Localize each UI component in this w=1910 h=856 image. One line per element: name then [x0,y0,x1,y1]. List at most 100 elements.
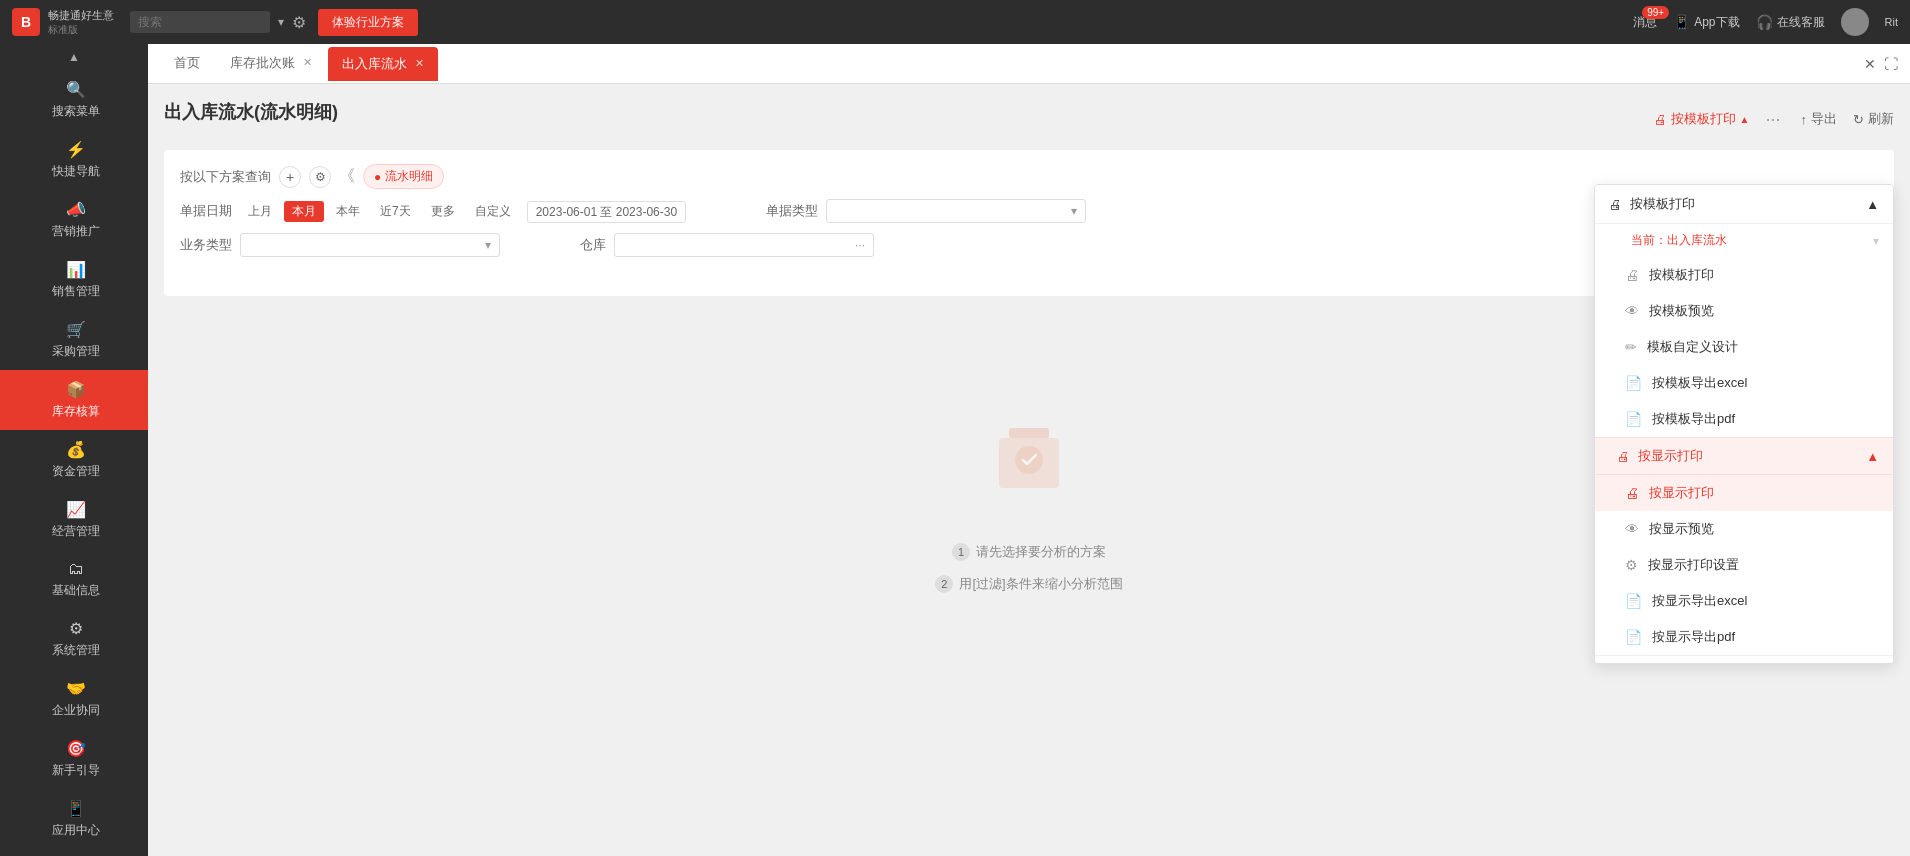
guide-icon: 🎯 [66,739,86,758]
template-preview-icon: 👁 [1625,303,1639,319]
sidebar-item-finance[interactable]: 💰 资金管理 [0,430,148,490]
search-input[interactable] [130,11,270,33]
sidebar-item-basic[interactable]: 🗂 基础信息 [0,550,148,609]
doctype-select[interactable]: ▾ [826,199,1086,223]
sidebar-item-cooperation[interactable]: 🤝 企业协同 [0,669,148,729]
sidebar-item-purchase[interactable]: 🛒 采购管理 [0,310,148,370]
dropdown-item-display-excel[interactable]: 📄 按显示导出excel [1595,583,1893,619]
tab-home[interactable]: 首页 [160,46,214,82]
shortcut-icon: ⚡ [66,140,86,159]
date-btn-more[interactable]: 更多 [423,201,463,222]
dropdown-item-display-preview[interactable]: 👁 按显示预览 [1595,511,1893,547]
sidebar-item-guide[interactable]: 🎯 新手引导 [0,729,148,789]
sidebar-item-operation[interactable]: 📈 经营管理 [0,490,148,550]
tab-flow-close[interactable]: ✕ [415,57,424,70]
filter-label: 按以下方案查询 [180,168,271,186]
more-options-icon[interactable]: ··· [1765,109,1780,130]
message-badge[interactable]: 消息 99+ [1633,14,1657,31]
date-btn-this-month[interactable]: 本月 [284,201,324,222]
dropdown-header[interactable]: 🖨 按模板打印 ▲ [1595,185,1893,224]
tab-flow[interactable]: 出入库流水 ✕ [328,47,438,81]
sidebar-label-finance: 资金管理 [52,463,100,480]
date-btn-this-year[interactable]: 本年 [328,201,368,222]
online-service-btn[interactable]: 🎧 在线客服 [1756,14,1825,31]
filter-settings-button[interactable]: ⚙ [309,166,331,188]
dropdown-item-template-excel[interactable]: 📄 按模板导出excel [1595,365,1893,401]
sidebar-scroll-up[interactable]: ▲ [0,44,148,70]
filter-warehouse-item: 仓库 ··· [580,233,874,257]
warehouse-more-icon[interactable]: ··· [855,238,865,252]
dropdown-print-icon: 🖨 [1609,197,1622,212]
trial-button[interactable]: 体验行业方案 [318,9,418,36]
sidebar-item-sales[interactable]: 📊 销售管理 [0,250,148,310]
sidebar-item-wechat[interactable]: 💬 企业微信 [0,849,148,856]
refresh-btn[interactable]: ↻ 刷新 [1853,110,1894,128]
app-logo: B [12,8,40,36]
dropdown-title: 按模板打印 [1630,195,1695,213]
tab-maximize-icon[interactable]: ⛶ [1884,56,1898,72]
refresh-icon: ↻ [1853,112,1864,127]
search-dropdown-icon[interactable]: ▾ [278,15,284,29]
print-template-btn[interactable]: 🖨 按模板打印 ▲ [1654,110,1750,128]
settings-icon[interactable]: ⚙ [292,13,306,32]
dropdown-item-display-print[interactable]: 🖨 按显示打印 [1595,475,1893,511]
dropdown-item-display-pdf[interactable]: 📄 按显示导出pdf [1595,619,1893,655]
topbar-right: 消息 99+ 📱 App下载 🎧 在线客服 Rit [1633,8,1898,36]
sidebar-label-operation: 经营管理 [52,523,100,540]
sidebar-item-marketing[interactable]: 📣 营销推广 [0,190,148,250]
sidebar-label-basic: 基础信息 [52,582,100,599]
print-dropdown-panel: 🖨 按模板打印 ▲ 当前：出入库流水 ▾ 🖨 按模板打印 👁 [1594,184,1894,664]
date-btn-custom[interactable]: 自定义 [467,201,519,222]
sidebar-item-inventory[interactable]: 📦 库存核算 [0,370,148,430]
apps-icon: 📱 [66,799,86,818]
dropdown-display-header[interactable]: 🖨 按显示打印 ▲ [1595,437,1893,475]
sidebar-item-apps[interactable]: 📱 应用中心 [0,789,148,849]
dropdown-item-template-print[interactable]: 🖨 按模板打印 [1595,257,1893,293]
date-label: 单据日期 [180,202,232,220]
sidebar-item-search[interactable]: 🔍 搜索菜单 [0,70,148,130]
doctype-label: 单据类型 [766,202,818,220]
tab-home-label: 首页 [174,54,200,72]
current-label: 当前：出入库流水 [1631,232,1727,249]
svg-rect-1 [1009,428,1049,438]
dropdown-current: 当前：出入库流水 ▾ [1595,224,1893,257]
sidebar-label-shortcut: 快捷导航 [52,163,100,180]
sidebar-item-shortcut[interactable]: ⚡ 快捷导航 [0,130,148,190]
business-chevron-icon: ▾ [485,238,491,252]
filter-add-button[interactable]: + [279,166,301,188]
dropdown-item-template-custom[interactable]: ✏ 模板自定义设计 [1595,329,1893,365]
tab-close-all-icon[interactable]: ✕ [1864,56,1876,72]
filter-business-item: 业务类型 ▾ [180,233,500,257]
content-area: 首页 库存批次账 ✕ 出入库流水 ✕ ✕ ⛶ 出入库流水(流水明细) [148,44,1910,856]
app-download-btn[interactable]: 📱 App下载 [1673,14,1739,31]
business-select[interactable]: ▾ [240,233,500,257]
dropdown-item-template-preview[interactable]: 👁 按模板预览 [1595,293,1893,329]
tab-batch-close[interactable]: ✕ [303,56,312,69]
export-icon: ↑ [1801,112,1808,127]
dropdown-item-template-pdf[interactable]: 📄 按模板导出pdf [1595,401,1893,437]
active-filter-tag[interactable]: ● 流水明细 [363,164,444,189]
app-name: 畅捷通好生意 [48,8,114,23]
date-btn-7days[interactable]: 近7天 [372,201,419,222]
date-range-display[interactable]: 2023-06-01 至 2023-06-30 [527,201,686,223]
username: Rit [1885,16,1898,28]
tab-batch-label: 库存批次账 [230,54,295,72]
print-chevron-up-icon: ▲ [1740,114,1750,125]
print-icon: 🖨 [1654,112,1667,127]
template-pdf-icon: 📄 [1625,411,1642,427]
topbar: B 畅捷通好生意 标准版 ▾ ⚙ 体验行业方案 消息 99+ 📱 App下载 🎧… [0,0,1910,44]
export-btn[interactable]: ↑ 导出 [1801,110,1838,128]
sidebar-label-inventory: 库存核算 [52,403,100,420]
basic-icon: 🗂 [68,560,84,578]
filter-collapse-icon[interactable]: 《 [339,166,355,187]
dropdown-footer[interactable]: 🔧 设置默认功能 ▾ [1595,655,1893,664]
inventory-icon: 📦 [66,380,86,399]
tab-batch[interactable]: 库存批次账 ✕ [216,46,326,82]
template-print-icon: 🖨 [1625,267,1639,283]
date-btn-last-month[interactable]: 上月 [240,201,280,222]
dropdown-item-display-settings[interactable]: ⚙ 按显示打印设置 [1595,547,1893,583]
warehouse-select[interactable]: ··· [614,233,874,257]
page-content: 出入库流水(流水明细) 🖨 按模板打印 ▲ ··· ↑ 导出 ↻ 刷新 [148,84,1910,856]
user-avatar[interactable] [1841,8,1869,36]
sidebar-item-system[interactable]: ⚙ 系统管理 [0,609,148,669]
